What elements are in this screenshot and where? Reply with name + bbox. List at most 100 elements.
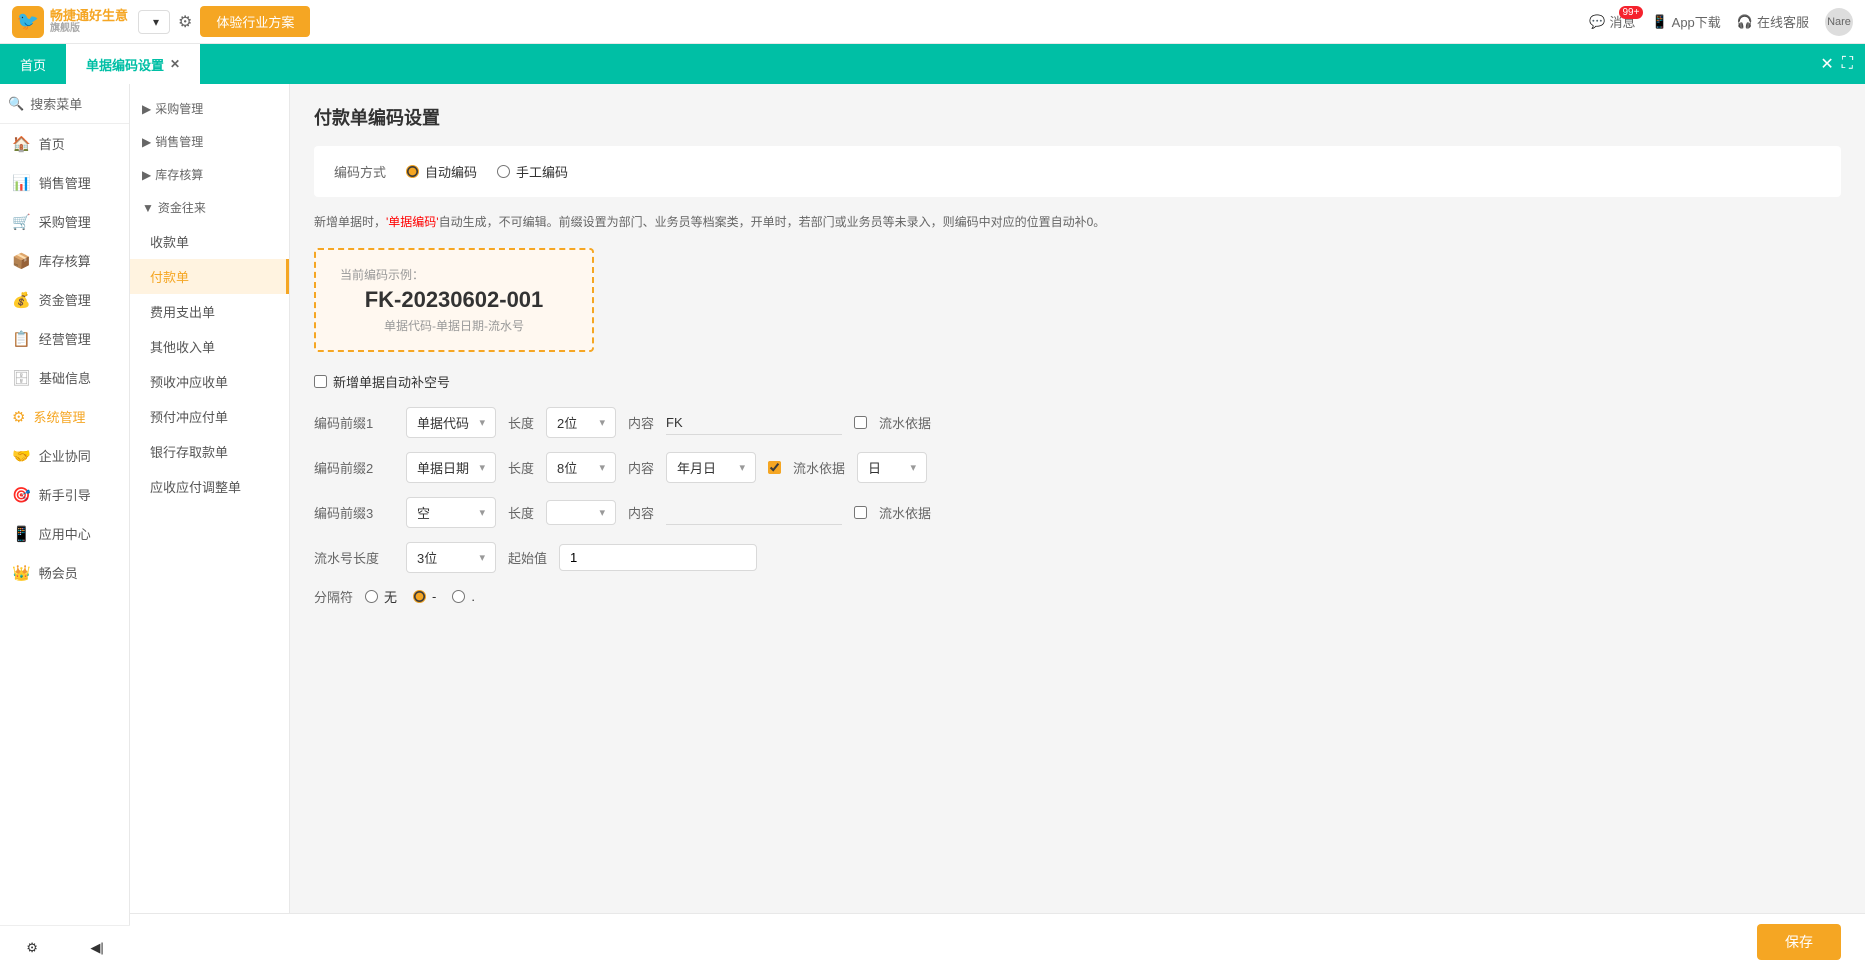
- sidebar-item-home[interactable]: 🏠 首页: [0, 124, 129, 163]
- prefix2-content-value: 年月日: [677, 458, 716, 477]
- save-button[interactable]: 保存: [1757, 924, 1841, 960]
- menu-item-advance-payment[interactable]: 预付冲应付单: [130, 399, 289, 434]
- sep-dot-option[interactable]: .: [452, 589, 475, 604]
- avatar[interactable]: Nare: [1825, 8, 1853, 36]
- menu-group-inventory-label: 库存核算: [155, 166, 203, 183]
- operations-icon: 📋: [12, 330, 31, 348]
- sep-none-radio[interactable]: [365, 590, 378, 603]
- prefix1-content-label: 内容: [628, 413, 654, 432]
- home-icon: 🏠: [12, 135, 31, 153]
- guide-icon: 🎯: [12, 486, 31, 504]
- auto-fill-checkbox[interactable]: [314, 375, 327, 388]
- sep-dash-radio[interactable]: [413, 590, 426, 603]
- bottom-bar: 保存: [130, 913, 1865, 969]
- prefix2-serial-unit-select[interactable]: 日 ▾: [857, 452, 927, 483]
- chevron-down-icon-fund: ▼: [142, 201, 154, 215]
- sidebar-item-member-label: 畅会员: [39, 563, 78, 582]
- menu-item-other-income[interactable]: 其他收入单: [130, 329, 289, 364]
- prefix2-content-select[interactable]: 年月日 ▾: [666, 452, 756, 483]
- sidebar-item-basic[interactable]: 🗄 基础信息: [0, 358, 129, 397]
- serial-length-value: 3位: [417, 548, 437, 567]
- workspace-dropdown[interactable]: ▾: [138, 10, 170, 34]
- prefix3-length-select[interactable]: ▾: [546, 500, 616, 525]
- tab-expand-icon[interactable]: ⛶: [1842, 55, 1853, 73]
- prefix3-content-input[interactable]: [666, 501, 842, 525]
- app-download-button[interactable]: 📱 App下载: [1651, 12, 1720, 31]
- prefix2-length-select[interactable]: 8位 ▾: [546, 452, 616, 483]
- sidebar-item-operations[interactable]: 📋 经营管理: [0, 319, 129, 358]
- sidebar-item-apps[interactable]: 📱 应用中心: [0, 514, 129, 553]
- tab-encode-label: 单据编码设置: [86, 55, 164, 74]
- menu-item-receipt[interactable]: 收款单: [130, 224, 289, 259]
- prefix1-content-input[interactable]: [666, 411, 842, 435]
- menu-item-receivable-adj[interactable]: 应收应付调整单: [130, 469, 289, 504]
- prefix3-type-select[interactable]: 空 ▾: [406, 497, 496, 528]
- sidebar-settings-icon[interactable]: ⚙: [26, 940, 38, 956]
- sidebar-item-enterprise[interactable]: 🤝 企业协同: [0, 436, 129, 475]
- sidebar-item-finance[interactable]: 💰 资金管理: [0, 280, 129, 319]
- prefix3-serial-checkbox[interactable]: [854, 506, 867, 519]
- prefix2-length-label: 长度: [508, 458, 534, 477]
- menu-group-purchase[interactable]: ▶ 采购管理: [130, 92, 289, 125]
- sidebar-item-system[interactable]: ⚙ 系统管理: [0, 397, 129, 436]
- enterprise-icon: 🤝: [12, 447, 31, 465]
- tab-close-all-icon[interactable]: ✕: [1820, 54, 1833, 74]
- prefix1-row: 编码前缀1 单据代码 ▾ 长度 2位 ▾ 内容 流水依据: [314, 407, 1841, 438]
- chevron-down-icon: ▾: [599, 416, 605, 429]
- tab-close-icon[interactable]: ✕: [170, 57, 180, 71]
- prefix1-length-select[interactable]: 2位 ▾: [546, 407, 616, 438]
- menu-item-advance-receipt[interactable]: 预收冲应收单: [130, 364, 289, 399]
- menu-group-inventory[interactable]: ▶ 库存核算: [130, 158, 289, 191]
- manual-encode-option[interactable]: 手工编码: [497, 162, 568, 181]
- separator-row: 分隔符 无 - .: [314, 587, 1841, 606]
- sep-none-label: 无: [384, 587, 397, 606]
- auto-encode-option[interactable]: 自动编码: [406, 162, 477, 181]
- message-badge: 99+: [1619, 6, 1644, 19]
- sidebar-item-operations-label: 经营管理: [39, 329, 91, 348]
- settings-icon[interactable]: ⚙: [178, 12, 192, 32]
- sep-dash-option[interactable]: -: [413, 589, 436, 604]
- sidebar-item-purchase-label: 采购管理: [39, 212, 91, 231]
- online-service-button[interactable]: 🎧 在线客服: [1737, 12, 1809, 31]
- sidebar-collapse-icon[interactable]: ◀|: [90, 940, 103, 956]
- menu-item-expense[interactable]: 费用支出单: [130, 294, 289, 329]
- start-value-input[interactable]: [559, 544, 757, 571]
- separator-options: 无 - .: [365, 587, 475, 606]
- message-button[interactable]: 💬 消息 99+: [1589, 12, 1635, 31]
- topbar-right: 💬 消息 99+ 📱 App下载 🎧 在线客服 Nare: [1589, 8, 1853, 36]
- menu-group-fund[interactable]: ▼ 资金往来: [130, 191, 289, 224]
- sidebar-item-guide[interactable]: 🎯 新手引导: [0, 475, 129, 514]
- manual-encode-radio[interactable]: [497, 165, 510, 178]
- sep-none-option[interactable]: 无: [365, 587, 397, 606]
- online-service-label: 在线客服: [1757, 12, 1809, 31]
- prefix2-content-label: 内容: [628, 458, 654, 477]
- trial-button[interactable]: 体验行业方案: [200, 6, 310, 37]
- sidebar-item-inventory[interactable]: 📦 库存核算: [0, 241, 129, 280]
- prefix2-label: 编码前缀2: [314, 458, 394, 477]
- sidebar-item-purchase[interactable]: 🛒 采购管理: [0, 202, 129, 241]
- serial-row: 流水号长度 3位 ▾ 起始值: [314, 542, 1841, 573]
- prefix2-serial-checkbox[interactable]: [768, 461, 781, 474]
- sidebar-item-member[interactable]: 👑 畅会员: [0, 553, 129, 592]
- main-layout: 🔍 搜索菜单 🏠 首页 📊 销售管理 🛒 采购管理 📦 库存核算 💰 资金管理 …: [0, 84, 1865, 969]
- tab-encode-settings[interactable]: 单据编码设置 ✕: [66, 44, 200, 84]
- menu-item-bank-deposit[interactable]: 银行存取款单: [130, 434, 289, 469]
- logo-main: 畅捷通好生意: [50, 8, 128, 24]
- prefix3-serial-label: 流水依据: [879, 503, 931, 522]
- auto-encode-radio[interactable]: [406, 165, 419, 178]
- member-icon: 👑: [12, 564, 31, 582]
- prefix1-serial-checkbox[interactable]: [854, 416, 867, 429]
- inventory-icon: 📦: [12, 252, 31, 270]
- sidebar-search[interactable]: 🔍 搜索菜单: [0, 84, 129, 124]
- sidebar-item-sales[interactable]: 📊 销售管理: [0, 163, 129, 202]
- serial-length-select[interactable]: 3位 ▾: [406, 542, 496, 573]
- prefix1-type-select[interactable]: 单据代码 ▾: [406, 407, 496, 438]
- sep-dot-radio[interactable]: [452, 590, 465, 603]
- menu-group-sales[interactable]: ▶ 销售管理: [130, 125, 289, 158]
- menu-item-payment[interactable]: 付款单: [130, 259, 289, 294]
- prefix1-length-value: 2位: [557, 413, 577, 432]
- sep-dash-label: -: [432, 589, 436, 604]
- prefix2-type-select[interactable]: 单据日期 ▾: [406, 452, 496, 483]
- sales-icon: 📊: [12, 174, 31, 192]
- tab-home[interactable]: 首页: [0, 44, 66, 84]
